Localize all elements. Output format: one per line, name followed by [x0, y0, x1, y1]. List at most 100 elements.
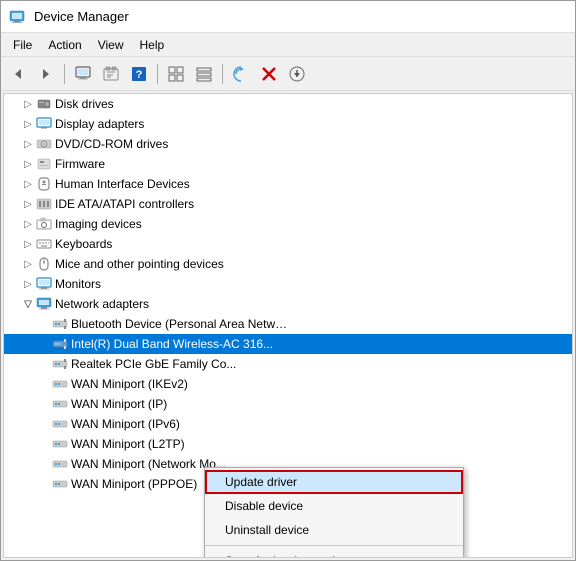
tree-label: DVD/CD-ROM drives [55, 137, 168, 151]
tree-item-mice[interactable]: ▷ Mice and other pointing devices [4, 254, 572, 274]
ide-icon [36, 196, 52, 212]
tree-item-wan-l2tp[interactable]: WAN Miniport (L2TP) [4, 434, 572, 454]
leaf-spacer [36, 379, 52, 390]
tree-item-wan-ip[interactable]: WAN Miniport (IP) [4, 394, 572, 414]
back-button[interactable] [5, 61, 31, 87]
tree-item-keyboards[interactable]: ▷ Keyboards [4, 234, 572, 254]
properties-button[interactable] [98, 61, 124, 87]
tree-label: Mice and other pointing devices [55, 257, 224, 271]
tree-label: Disk drives [55, 97, 114, 111]
keyboard-icon [36, 236, 52, 252]
network-icon [36, 296, 52, 312]
tree-label: Intel(R) Dual Band Wireless-AC 316... [71, 337, 273, 351]
netcard-icon [52, 396, 68, 412]
tree-item-wan-ipv6[interactable]: WAN Miniport (IPv6) [4, 414, 572, 434]
ctx-disable-device[interactable]: Disable device [205, 494, 463, 518]
scan-button[interactable] [228, 61, 254, 87]
tree-item-ide[interactable]: ▷ IDE ATA/ATAPI controllers [4, 194, 572, 214]
ctx-scan-changes[interactable]: Scan for hardware changes [205, 549, 463, 558]
tree-label: WAN Miniport (Network Mo... [71, 457, 226, 471]
tree-label: WAN Miniport (L2TP) [71, 437, 185, 451]
delete-button[interactable] [256, 61, 282, 87]
leaf-spacer [36, 319, 52, 330]
leaf-spacer [36, 339, 52, 350]
collapse-toggle[interactable]: ▷ [20, 139, 36, 150]
collapse-toggle[interactable]: ▷ [20, 259, 36, 270]
mouse-icon [36, 256, 52, 272]
title-bar: Device Manager [1, 1, 575, 33]
tree-item-bluetooth[interactable]: Bluetooth Device (Personal Area Network) [4, 314, 572, 334]
menu-file[interactable]: File [5, 36, 40, 54]
menu-action[interactable]: Action [40, 36, 89, 54]
tree-item-firmware[interactable]: ▷ Firmware [4, 154, 572, 174]
menu-view[interactable]: View [90, 36, 132, 54]
tree-label: Network adapters [55, 297, 149, 311]
wifi-icon [52, 336, 68, 352]
collapse-toggle[interactable]: ▷ [20, 239, 36, 250]
tree-item-realtek[interactable]: Realtek PCIe GbE Family Co... [4, 354, 572, 374]
netcard-icon [52, 436, 68, 452]
collapse-toggle[interactable]: ▷ [20, 119, 36, 130]
leaf-spacer [36, 479, 52, 490]
tree-item-monitors[interactable]: ▷ Monitors [4, 274, 572, 294]
tree-label: Realtek PCIe GbE Family Co... [71, 357, 236, 371]
tree-label: IDE ATA/ATAPI controllers [55, 197, 194, 211]
tree-item-hid[interactable]: ▷ Human Interface Devices [4, 174, 572, 194]
firmware-icon [36, 156, 52, 172]
disk-drives-icon [36, 96, 52, 112]
view-button[interactable] [163, 61, 189, 87]
window-title: Device Manager [34, 9, 129, 24]
imaging-icon [36, 216, 52, 232]
tree-item-dvd[interactable]: ▷ DVD/CD-ROM drives [4, 134, 572, 154]
help-button[interactable]: ? [126, 61, 152, 87]
svg-text:?: ? [136, 69, 143, 81]
main-content: ▷ Disk drives ▷ [1, 91, 575, 560]
netcard-icon [52, 356, 68, 372]
ctx-update-driver[interactable]: Update driver [205, 470, 463, 494]
tree-label: Monitors [55, 277, 101, 291]
tree-label: Human Interface Devices [55, 177, 190, 191]
collapse-toggle[interactable]: ▷ [20, 219, 36, 230]
leaf-spacer [36, 399, 52, 410]
menu-bar: File Action View Help [1, 33, 575, 57]
tree-item-display-adapters[interactable]: ▷ Display adapters [4, 114, 572, 134]
toolbar-separator-3 [222, 64, 223, 84]
tree-item-disk-drives[interactable]: ▷ Disk drives [4, 94, 572, 114]
view2-button[interactable] [191, 61, 217, 87]
tree-label: Imaging devices [55, 217, 142, 231]
tree-item-intel-wifi[interactable]: Intel(R) Dual Band Wireless-AC 316... [4, 334, 572, 354]
display-icon [36, 116, 52, 132]
tree-label: Keyboards [55, 237, 112, 251]
netcard-icon [52, 456, 68, 472]
toolbar: ? [1, 57, 575, 91]
menu-help[interactable]: Help [132, 36, 173, 54]
netcard-icon [52, 416, 68, 432]
ctx-uninstall-device[interactable]: Uninstall device [205, 518, 463, 542]
title-bar-icon [9, 9, 25, 25]
device-tree[interactable]: ▷ Disk drives ▷ [3, 93, 573, 558]
tree-item-wan-ikev2[interactable]: WAN Miniport (IKEv2) [4, 374, 572, 394]
collapse-toggle[interactable]: ▷ [20, 99, 36, 110]
leaf-spacer [36, 419, 52, 430]
dvd-icon [36, 136, 52, 152]
tree-label: Display adapters [55, 117, 144, 131]
tree-item-imaging[interactable]: ▷ Imaging devices [4, 214, 572, 234]
collapse-toggle[interactable]: ▷ [20, 179, 36, 190]
forward-button[interactable] [33, 61, 59, 87]
tree-label: WAN Miniport (PPPOE) [71, 477, 197, 491]
computer-button[interactable] [70, 61, 96, 87]
monitor-icon [36, 276, 52, 292]
toolbar-separator-2 [157, 64, 158, 84]
download-button[interactable] [284, 61, 310, 87]
netcard-icon [52, 376, 68, 392]
collapse-toggle[interactable]: ▷ [20, 279, 36, 290]
collapse-toggle[interactable]: ▷ [20, 199, 36, 210]
collapse-toggle[interactable]: ▷ [20, 159, 36, 170]
expand-toggle[interactable]: ▽ [20, 299, 36, 310]
tree-item-network[interactable]: ▽ Network adapters [4, 294, 572, 314]
tree-label: WAN Miniport (IPv6) [71, 417, 180, 431]
leaf-spacer [36, 459, 52, 470]
netcard-icon [52, 316, 68, 332]
tree-label: WAN Miniport (IKEv2) [71, 377, 188, 391]
tree-label: Bluetooth Device (Personal Area Network) [71, 317, 291, 331]
